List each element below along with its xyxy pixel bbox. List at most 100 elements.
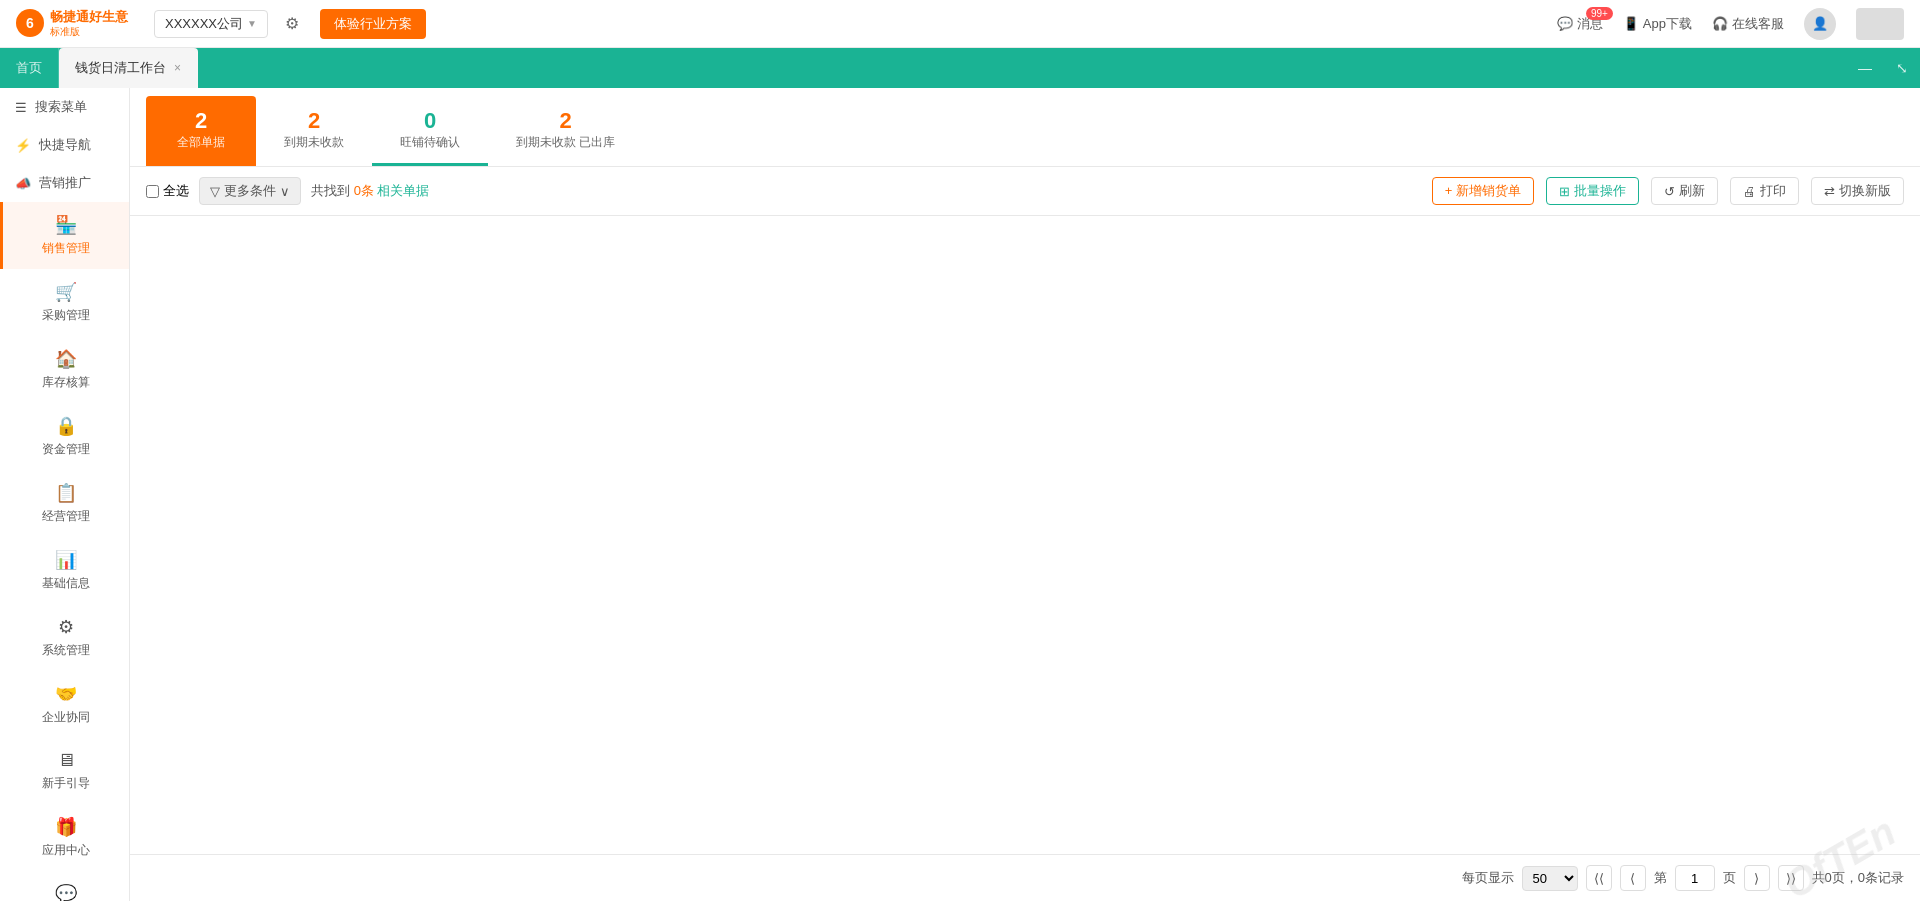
company-dropdown-arrow: ▼ — [247, 18, 257, 29]
switch-version-button[interactable]: ⇄ 切换新版 — [1811, 177, 1904, 205]
sidebar-item-quick-nav[interactable]: ⚡ 快捷导航 — [0, 126, 129, 164]
sidebar-guide-label: 新手引导 — [42, 775, 90, 792]
summary-count-overdue: 2 — [308, 108, 320, 134]
company-name: XXXXXX公司 — [165, 15, 243, 33]
sidebar-item-marketing[interactable]: 📣 营销推广 — [0, 164, 129, 202]
sidebar-system-label: 系统管理 — [42, 642, 90, 659]
next-page-button[interactable]: ⟩ — [1744, 865, 1770, 891]
tab-workbench[interactable]: 钱货日清工作台 × — [59, 48, 198, 88]
summary-count-shipped: 2 — [560, 108, 572, 134]
summary-tab-overdue[interactable]: 2 到期未收款 — [256, 96, 372, 166]
trial-button[interactable]: 体验行业方案 — [320, 9, 426, 39]
messages-item[interactable]: 💬 消息 99+ — [1557, 15, 1603, 33]
sidebar-item-system[interactable]: ⚙ 系统管理 — [0, 604, 129, 671]
user-name-area — [1856, 8, 1904, 40]
per-page-select[interactable]: 50 100 200 — [1522, 866, 1578, 891]
sidebar-item-sales[interactable]: 🏪 销售管理 — [0, 202, 129, 269]
add-sale-button[interactable]: + 新增销货单 — [1432, 177, 1534, 205]
summary-count-wangpu: 0 — [424, 108, 436, 134]
sidebar-item-operations[interactable]: 📋 经营管理 — [0, 470, 129, 537]
sidebar-item-search[interactable]: ☰ 搜索菜单 — [0, 88, 129, 126]
sidebar-item-wechat[interactable]: 💬 企业微信 — [0, 871, 129, 901]
logo-main: 畅捷通好生意 — [50, 9, 128, 26]
sidebar-basic-info-label: 基础信息 — [42, 575, 90, 592]
found-count: 0条 — [354, 183, 374, 198]
sidebar-item-purchase[interactable]: 🛒 采购管理 — [0, 269, 129, 336]
sidebar-item-enterprise[interactable]: 🤝 企业协同 — [0, 671, 129, 738]
print-icon: 🖨 — [1743, 184, 1756, 199]
settings-icon[interactable]: ⚙ — [276, 8, 308, 40]
guide-icon: 🖥 — [57, 750, 75, 771]
logo-icon: 6 — [16, 9, 44, 37]
sidebar-enterprise-label: 企业协同 — [42, 709, 90, 726]
refresh-button[interactable]: ↺ 刷新 — [1651, 177, 1718, 205]
service-icon: 🎧 — [1712, 16, 1728, 31]
page-suffix: 页 — [1723, 869, 1736, 887]
select-all-input[interactable] — [146, 185, 159, 198]
tab-workbench-close[interactable]: × — [174, 61, 181, 75]
filter-button[interactable]: ▽ 更多条件 ∨ — [199, 177, 301, 205]
prev-page-button[interactable]: ⟨ — [1620, 865, 1646, 891]
online-service-item[interactable]: 🎧 在线客服 — [1712, 15, 1784, 33]
per-page-label: 每页显示 — [1462, 869, 1514, 887]
company-selector[interactable]: XXXXXX公司 ▼ — [154, 10, 268, 38]
sidebar-search-label: 搜索菜单 — [35, 98, 87, 116]
logo-area: 6 畅捷通好生意 标准版 — [16, 9, 146, 39]
operations-icon: 📋 — [55, 482, 77, 504]
message-icon: 💬 — [1557, 16, 1573, 31]
sidebar-marketing-label: 营销推广 — [39, 174, 91, 192]
summary-tab-wangpu[interactable]: 0 旺铺待确认 — [372, 96, 488, 166]
sidebar-finance-label: 资金管理 — [42, 441, 90, 458]
marketing-icon: 📣 — [15, 176, 31, 191]
filter-label: 更多条件 — [224, 182, 276, 200]
sidebar-purchase-label: 采购管理 — [42, 307, 90, 324]
sidebar-quick-nav-label: 快捷导航 — [39, 136, 91, 154]
toolbar-right: + 新增销货单 ⊞ 批量操作 ↺ 刷新 🖨 打印 ⇄ 切换新版 — [1432, 177, 1904, 205]
online-service-label: 在线客服 — [1732, 15, 1784, 33]
avatar[interactable]: 👤 — [1804, 8, 1836, 40]
sidebar-item-guide[interactable]: 🖥 新手引导 — [0, 738, 129, 804]
summary-tabs: 2 全部单据 2 到期未收款 0 旺铺待确认 2 到期未收款 已出库 — [130, 88, 1920, 167]
app-icon: 📱 — [1623, 16, 1639, 31]
refresh-icon: ↺ — [1664, 184, 1675, 199]
switch-label: 切换新版 — [1839, 182, 1891, 200]
purchase-icon: 🛒 — [55, 281, 77, 303]
sidebar-item-basic-info[interactable]: 📊 基础信息 — [0, 537, 129, 604]
tab-minimize-icon[interactable]: — — [1846, 60, 1884, 76]
found-link[interactable]: 相关单据 — [377, 183, 429, 198]
logo-sub: 标准版 — [50, 25, 128, 38]
app-download-item[interactable]: 📱 App下载 — [1623, 15, 1692, 33]
sidebar-item-inventory[interactable]: 🏠 库存核算 — [0, 336, 129, 403]
tab-bar: 首页 钱货日清工作台 × — ⤡ — [0, 48, 1920, 88]
print-label: 打印 — [1760, 182, 1786, 200]
page-number-input[interactable] — [1675, 865, 1715, 891]
found-prefix: 共找到 — [311, 183, 350, 198]
tab-expand-icon[interactable]: ⤡ — [1884, 60, 1920, 76]
filter-arrow-icon: ∨ — [280, 184, 290, 199]
batch-operation-button[interactable]: ⊞ 批量操作 — [1546, 177, 1639, 205]
top-right-area: 💬 消息 99+ 📱 App下载 🎧 在线客服 👤 — [1557, 8, 1904, 40]
summary-tab-all[interactable]: 2 全部单据 — [146, 96, 256, 166]
tab-bar-actions: — ⤡ — [1846, 60, 1920, 76]
app-center-icon: 🎁 — [55, 816, 77, 838]
select-all-checkbox[interactable]: 全选 — [146, 182, 189, 200]
sidebar-item-app-center[interactable]: 🎁 应用中心 — [0, 804, 129, 871]
table-area — [130, 216, 1920, 854]
finance-icon: 🔒 — [55, 415, 77, 437]
batch-label: 批量操作 — [1574, 182, 1626, 200]
quick-nav-icon: ⚡ — [15, 138, 31, 153]
search-icon: ☰ — [15, 100, 27, 115]
main-layout: ☰ 搜索菜单 ⚡ 快捷导航 📣 营销推广 🏪 销售管理 🛒 采购管理 🏠 库存核… — [0, 88, 1920, 901]
sidebar-item-finance[interactable]: 🔒 资金管理 — [0, 403, 129, 470]
summary-label-overdue: 到期未收款 — [284, 134, 344, 151]
print-button[interactable]: 🖨 打印 — [1730, 177, 1799, 205]
summary-tab-shipped[interactable]: 2 到期未收款 已出库 — [488, 96, 643, 166]
avatar-icon: 👤 — [1812, 16, 1828, 31]
app-download-label: App下载 — [1643, 15, 1692, 33]
tab-home[interactable]: 首页 — [0, 48, 59, 88]
sidebar-inventory-label: 库存核算 — [42, 374, 90, 391]
select-all-label: 全选 — [163, 182, 189, 200]
last-page-button[interactable]: ⟩⟩ — [1778, 865, 1804, 891]
first-page-button[interactable]: ⟨⟨ — [1586, 865, 1612, 891]
switch-icon: ⇄ — [1824, 184, 1835, 199]
